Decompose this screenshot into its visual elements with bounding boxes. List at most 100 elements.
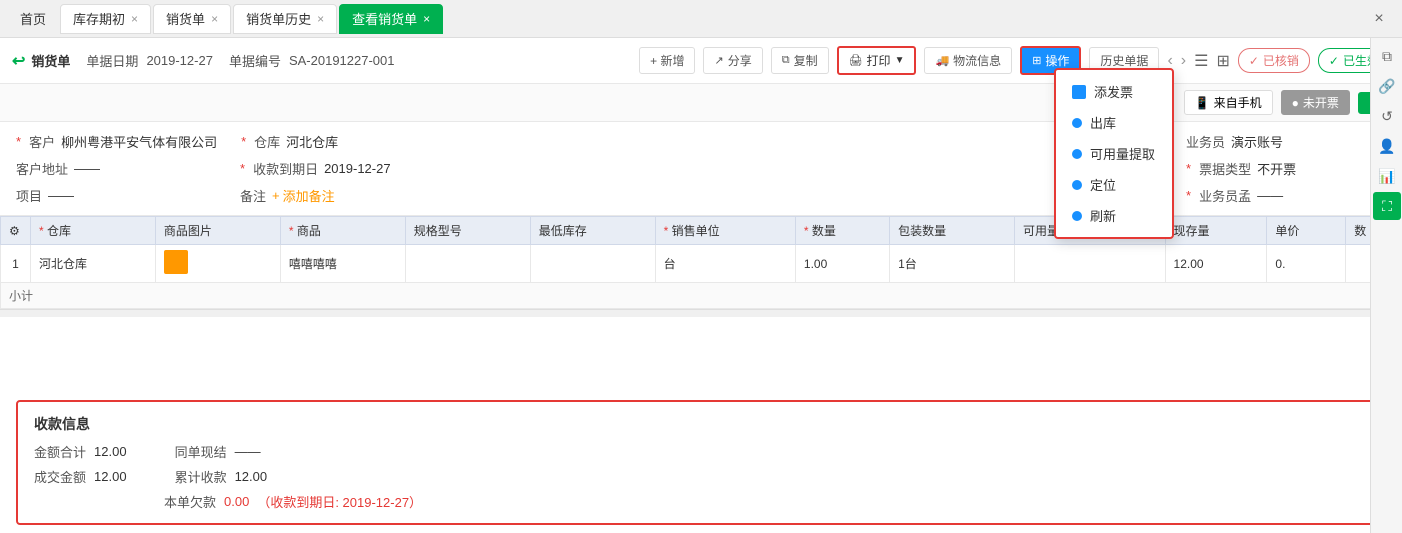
row-available [1015, 245, 1166, 283]
phone-icon: 📱 [1195, 96, 1210, 110]
row-price[interactable]: 0. [1267, 245, 1346, 283]
subtotal-row: 小计 [1, 283, 1402, 309]
share-icon: ↗ [714, 54, 723, 67]
logistics-button[interactable]: 🚚 物流信息 [924, 47, 1012, 74]
col-pack-qty: 包装数量 [890, 217, 1015, 245]
close-tab-sales-order[interactable]: × [211, 12, 218, 26]
tab-sales-order[interactable]: 销货单 × [153, 4, 231, 34]
new-button[interactable]: + 新增 [639, 47, 695, 74]
add-invoice-item[interactable]: 添发票 [1056, 76, 1172, 107]
tab-bar: 首页 库存期初 × 销货单 × 销货单历史 × 查看销货单 × × [0, 0, 1402, 38]
col-price: 单价 [1267, 217, 1346, 245]
share-button[interactable]: ↗ 分享 [703, 47, 762, 74]
subtotal-label: 小计 [1, 283, 1402, 309]
outbound-item[interactable]: 出库 [1056, 107, 1172, 138]
row-product[interactable]: 嘻嘻嘻嘻 [280, 245, 405, 283]
sidebar-copy-icon[interactable]: ⧉ [1373, 42, 1401, 70]
print-icon: 🖨 [849, 54, 863, 67]
project-field: 项目 —— [16, 186, 216, 205]
col-image: 商品图片 [155, 217, 280, 245]
operations-icon: ⊞ [1032, 54, 1041, 67]
copy-icon: ⧉ [782, 54, 790, 67]
sales-rep-field: * 业务员孟 —— [1186, 186, 1386, 205]
nav-prev[interactable]: ‹ [1167, 52, 1172, 70]
nav-next[interactable]: › [1181, 52, 1186, 70]
product-image [164, 250, 188, 274]
data-table: ⚙ * 仓库 商品图片 * 商品 规格型号 最低库存 * 销售单位 * 数量 包… [0, 216, 1402, 309]
tab-view-sales[interactable]: 查看销货单 × [339, 4, 443, 34]
close-tab-view-sales[interactable]: × [423, 12, 430, 26]
horizontal-scrollbar[interactable] [0, 309, 1402, 317]
deal-amount-row: 成交金额 12.00 累计收款 12.00 [34, 467, 422, 486]
close-tab-inventory-init[interactable]: × [131, 12, 138, 26]
payment-date-field: * 收款到期日 2019-12-27 [240, 159, 440, 178]
row-image [155, 245, 280, 283]
row-min-stock [530, 245, 655, 283]
check-icon: ✓ [1249, 54, 1259, 68]
customer-field: * 客户 柳州粤港平安气体有限公司 [16, 132, 217, 151]
plus-icon: + [272, 188, 280, 203]
tab-home[interactable]: 首页 [8, 9, 58, 28]
doc-icon: ↩ [12, 51, 25, 71]
sidebar-link-icon[interactable]: 🔗 [1373, 72, 1401, 100]
number-meta: 单据编号 SA-20191227-001 [229, 51, 395, 70]
amount-total-row: 金额合计 12.00 同单现结 —— [34, 442, 422, 461]
row-current-stock: 12.00 [1165, 245, 1267, 283]
employee-field: 业务员 演示账号 [1186, 132, 1386, 151]
add-note-button[interactable]: + 添加备注 [272, 186, 335, 205]
col-unit: * 销售单位 [655, 217, 795, 245]
from-phone-button[interactable]: 📱 来自手机 [1184, 90, 1273, 115]
ticket-type-field: * 票据类型 不开票 [1186, 159, 1386, 178]
form-section: * 客户 柳州粤港平安气体有限公司 * 仓库 河北仓库 业务员 演示账号 客户地… [0, 122, 1402, 215]
sidebar-chart-icon[interactable]: 📊 [1373, 162, 1401, 190]
tab-sales-history[interactable]: 销货单历史 × [233, 4, 337, 34]
copy-button[interactable]: ⧉ 复制 [771, 47, 829, 74]
sidebar-expand-icon[interactable]: ⛶ [1373, 192, 1401, 220]
form-row-2: 客户地址 —— * 收款到期日 2019-12-27 * 票据类型 不开票 [16, 159, 1386, 178]
locate-item[interactable]: 定位 [1056, 169, 1172, 200]
refresh-icon [1072, 211, 1082, 221]
right-sidebar: ⧉ 🔗 ↺ 👤 📊 ⛶ [1370, 38, 1402, 533]
tab-inventory-init[interactable]: 库存期初 × [60, 4, 151, 34]
print-button[interactable]: 🖨 打印 ▼ [837, 46, 917, 75]
view-toggle-grid[interactable]: ⊞ [1216, 51, 1229, 71]
close-tab-sales-history[interactable]: × [317, 12, 324, 26]
not-open-button[interactable]: ● 未开票 [1281, 90, 1350, 115]
row-index: 1 [1, 245, 31, 283]
col-settings[interactable]: ⚙ [1, 217, 31, 245]
refresh-item[interactable]: 刷新 [1056, 200, 1172, 231]
view-toggle-list[interactable]: ☰ [1194, 51, 1208, 71]
table-header-row: ⚙ * 仓库 商品图片 * 商品 规格型号 最低库存 * 销售单位 * 数量 包… [1, 217, 1402, 245]
locate-icon [1072, 180, 1082, 190]
doc-actions: + 新增 ↗ 分享 ⧉ 复制 🖨 打印 ▼ 🚚 物流信息 [639, 46, 1390, 75]
doc-meta: 单据日期 2019-12-27 单据编号 SA-20191227-001 [86, 51, 394, 70]
row-qty[interactable]: 1.00 [795, 245, 889, 283]
table-row: 1 河北仓库 嘻嘻嘻嘻 台 1.00 1台 12.00 0. [1, 245, 1402, 283]
arrears-row: 本单欠款 0.00 （收款到期日: 2019-12-27） [34, 492, 422, 511]
form-row-1: * 客户 柳州粤港平安气体有限公司 * 仓库 河北仓库 业务员 演示账号 [16, 132, 1386, 151]
invoice-icon: ● [1292, 96, 1299, 110]
window-close-button[interactable]: × [1364, 4, 1394, 34]
row-unit[interactable]: 台 [655, 245, 795, 283]
col-product: * 商品 [280, 217, 405, 245]
row-spec[interactable] [405, 245, 530, 283]
date-meta: 单据日期 2019-12-27 [86, 51, 213, 70]
outbound-icon [1072, 118, 1082, 128]
sidebar-refresh-icon[interactable]: ↺ [1373, 102, 1401, 130]
available-qty-item[interactable]: 可用量提取 [1056, 138, 1172, 169]
status-sold-badge: ✓ 已核销 [1238, 48, 1310, 73]
row-pack-qty[interactable]: 1台 [890, 245, 1015, 283]
col-warehouse: * 仓库 [31, 217, 156, 245]
logistics-icon: 🚚 [935, 54, 949, 67]
doc-title: ↩ 销货单 [12, 51, 70, 71]
doc-header: ↩ 销货单 单据日期 2019-12-27 单据编号 SA-20191227-0… [0, 38, 1402, 84]
available-qty-icon [1072, 149, 1082, 159]
col-min-stock: 最低库存 [530, 217, 655, 245]
add-invoice-icon [1072, 85, 1086, 99]
row-warehouse[interactable]: 河北仓库 [31, 245, 156, 283]
col-qty: * 数量 [795, 217, 889, 245]
table-container: ⚙ * 仓库 商品图片 * 商品 规格型号 最低库存 * 销售单位 * 数量 包… [0, 215, 1402, 392]
address-field: 客户地址 —— [16, 159, 216, 178]
sidebar-user-icon[interactable]: 👤 [1373, 132, 1401, 160]
check-icon-2: ✓ [1329, 54, 1339, 68]
